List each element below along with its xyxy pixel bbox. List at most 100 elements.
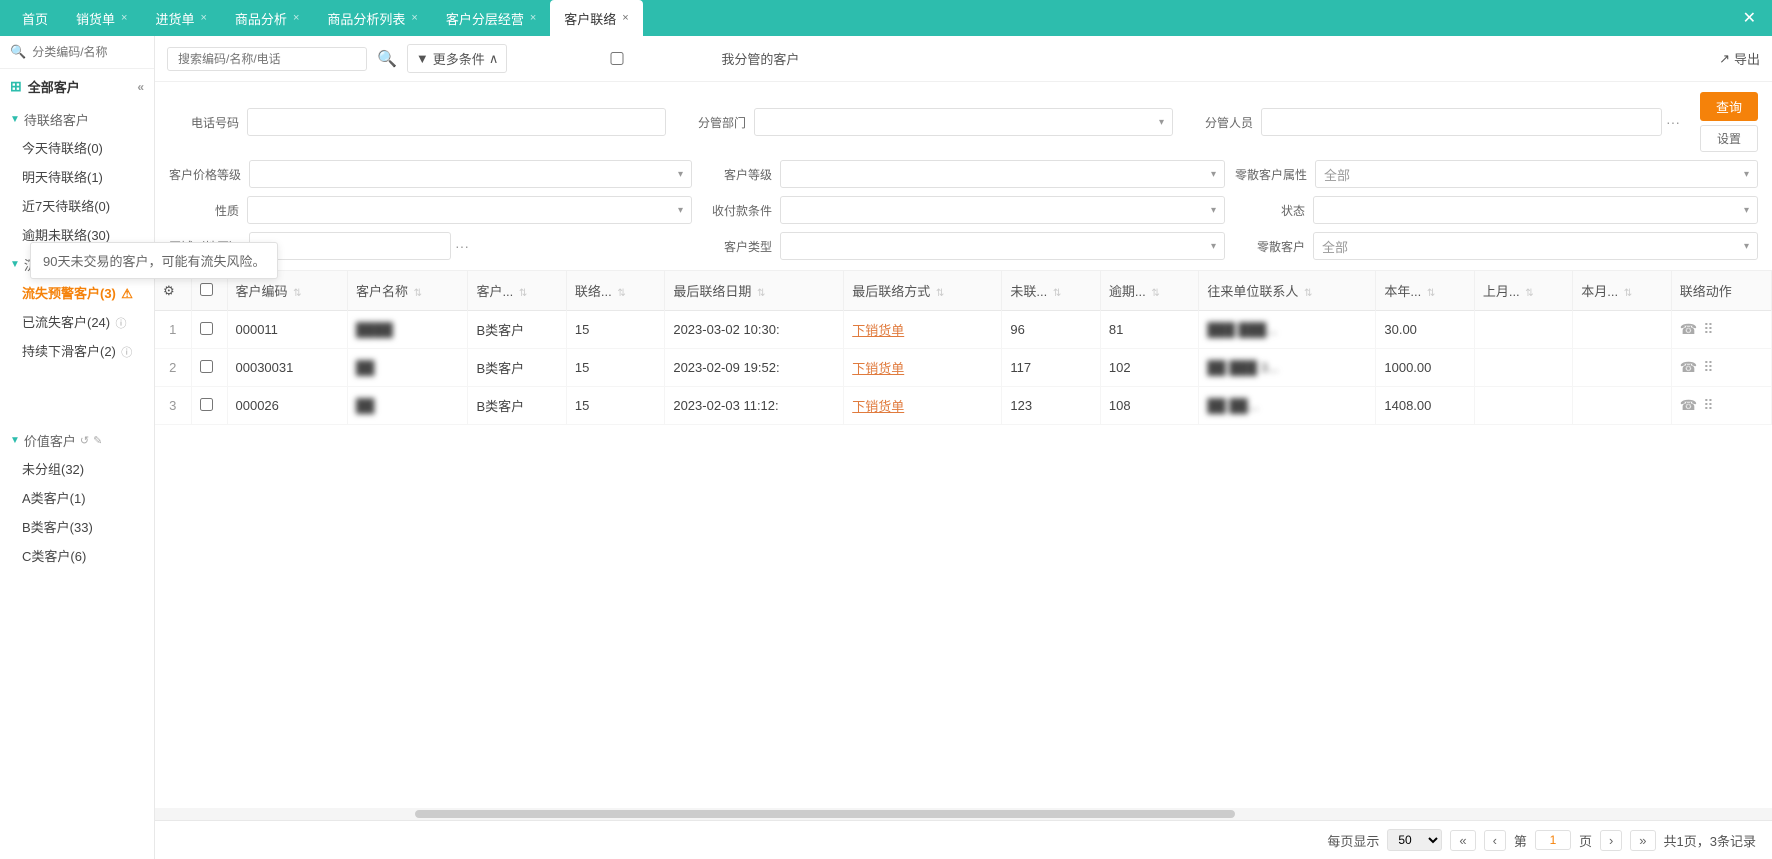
action-cell: ☎ ⠿	[1671, 311, 1771, 349]
contact-way-link[interactable]: 下销货单	[852, 361, 904, 376]
action-cell: ☎ ⠿	[1671, 387, 1771, 425]
row-checkbox-cell[interactable]	[191, 349, 227, 387]
status-select[interactable]: ▾	[1313, 196, 1758, 224]
retail-customer-select[interactable]: 全部 ▾	[1313, 232, 1758, 260]
customer-code-cell: 000026	[227, 387, 347, 425]
sidebar-group-value[interactable]: ▼ 价值客户 ↺ ✎	[0, 425, 154, 454]
query-button[interactable]: 查询	[1700, 92, 1758, 121]
retail-attr-select[interactable]: 全部 ▾	[1315, 160, 1758, 188]
payment-select[interactable]: ▾	[780, 196, 1225, 224]
sidebar-item-c-class[interactable]: C类客户(6)	[0, 541, 154, 570]
all-customers-header[interactable]: ⊞ 全部客户 «	[0, 69, 154, 104]
close-icon[interactable]: ×	[622, 12, 628, 24]
phone-input[interactable]	[247, 108, 666, 136]
tab-analysis[interactable]: 商品分析 ×	[221, 0, 313, 36]
close-icon[interactable]: ×	[530, 12, 536, 24]
price-level-select[interactable]: ▾	[249, 160, 692, 188]
dept-select[interactable]: ▾	[754, 108, 1173, 136]
chevron-down-icon: ▾	[1211, 205, 1216, 216]
sidebar-item-today[interactable]: 今天待联络(0)	[0, 133, 154, 162]
last-month-amount-cell	[1474, 349, 1572, 387]
sidebar-item-a-class[interactable]: A类客户(1)	[0, 483, 154, 512]
sidebar-item-b-class[interactable]: B类客户(33)	[0, 512, 154, 541]
tab-sales[interactable]: 销货单 ×	[62, 0, 141, 36]
contact-way-link[interactable]: 下销货单	[852, 399, 904, 414]
sidebar-search-area: 🔍	[0, 36, 154, 69]
retail-customer-field: 零散客户 全部 ▾	[1235, 232, 1758, 260]
more-conditions-button[interactable]: ▼ 更多条件 ∧	[407, 44, 507, 73]
region-input[interactable]	[249, 232, 451, 260]
row-checkbox[interactable]	[200, 360, 213, 373]
prev-page-button[interactable]: ‹	[1484, 830, 1506, 851]
customer-type-select[interactable]: ▾	[780, 232, 1225, 260]
sidebar-item-churn-warning[interactable]: 流失预警客户(3) ⚠	[0, 278, 154, 307]
last-contact-way-cell: 下销货单	[844, 349, 1002, 387]
page-number-input[interactable]	[1535, 830, 1571, 850]
more-options-icon[interactable]: ···	[455, 238, 469, 254]
my-customers-checkbox-label[interactable]: 我分管的客户	[517, 49, 799, 68]
contact-count-cell: 15	[566, 387, 664, 425]
close-icon[interactable]: ×	[121, 12, 127, 24]
scrollbar-thumb[interactable]	[415, 810, 1235, 818]
row-checkbox-cell[interactable]	[191, 387, 227, 425]
tab-home[interactable]: 首页	[8, 0, 62, 36]
sidebar-item-declining[interactable]: 持续下滑客户(2) ⓘ	[0, 336, 154, 365]
row-checkbox[interactable]	[200, 322, 213, 335]
page-size-select[interactable]: 50 100 200	[1387, 829, 1442, 851]
col-type: 客户... ⇅	[468, 271, 566, 311]
col-uncontact: 未联... ⇅	[1002, 271, 1100, 311]
sidebar-search-input[interactable]	[32, 45, 144, 59]
edit-icon[interactable]: ✎	[93, 434, 102, 447]
table-row: 1 000011 ████ B类客户 15 2023-03-02 10:30: …	[155, 311, 1772, 349]
close-icon[interactable]: ×	[411, 12, 417, 24]
dept-label: 分管部门	[676, 114, 746, 131]
col-contact: 联络... ⇅	[566, 271, 664, 311]
select-all-checkbox[interactable]	[200, 283, 213, 296]
close-icon[interactable]: ×	[200, 12, 206, 24]
first-page-button[interactable]: «	[1450, 830, 1475, 851]
more-action-icon[interactable]: ⠿	[1703, 397, 1713, 414]
all-customers-label: 全部客户	[28, 77, 80, 96]
more-action-icon[interactable]: ⠿	[1703, 359, 1713, 376]
settings-icon[interactable]: ⚙	[163, 283, 175, 298]
gender-select[interactable]: ▾	[247, 196, 692, 224]
action-cell: ☎ ⠿	[1671, 349, 1771, 387]
staff-select[interactable]	[1261, 108, 1662, 136]
row-checkbox-cell[interactable]	[191, 311, 227, 349]
search-input[interactable]	[167, 47, 367, 71]
tab-analysis-list[interactable]: 商品分析列表 ×	[313, 0, 431, 36]
tab-purchase[interactable]: 进货单 ×	[141, 0, 220, 36]
my-customers-checkbox[interactable]	[517, 52, 717, 65]
window-close-button[interactable]: ✕	[1735, 8, 1764, 28]
contact-action-icon[interactable]: ☎	[1680, 359, 1697, 376]
sidebar-item-tomorrow[interactable]: 明天待联络(1)	[0, 162, 154, 191]
action-icons: ☎ ⠿	[1680, 359, 1763, 376]
row-checkbox[interactable]	[200, 398, 213, 411]
refresh-icon[interactable]: ↺	[80, 434, 89, 447]
export-button[interactable]: ↗ 导出	[1719, 49, 1760, 68]
settings-button[interactable]: 设置	[1700, 125, 1758, 152]
chevron-down-icon: ▾	[1744, 169, 1749, 180]
last-contact-date-cell: 2023-02-03 11:12:	[665, 387, 844, 425]
sidebar-item-churned[interactable]: 已流失客户(24) ⓘ	[0, 307, 154, 336]
sidebar-group-pending[interactable]: ▼ 待联络客户	[0, 104, 154, 133]
more-options-icon[interactable]: ···	[1666, 114, 1680, 130]
tab-customer-layer[interactable]: 客户分层经营 ×	[432, 0, 550, 36]
contact-way-link[interactable]: 下销货单	[852, 323, 904, 338]
group-label: 价值客户	[24, 431, 76, 450]
next-page-button[interactable]: ›	[1600, 830, 1622, 851]
more-action-icon[interactable]: ⠿	[1703, 321, 1713, 338]
close-icon[interactable]: ×	[293, 12, 299, 24]
sidebar-item-7days[interactable]: 近7天待联络(0)	[0, 191, 154, 220]
contact-action-icon[interactable]: ☎	[1680, 397, 1697, 414]
sort-icon: ⇅	[1151, 288, 1159, 299]
tab-customer-contact[interactable]: 客户联络 ×	[550, 0, 642, 36]
customer-level-select[interactable]: ▾	[780, 160, 1225, 188]
contact-action-icon[interactable]: ☎	[1680, 321, 1697, 338]
export-icon: ↗	[1719, 51, 1730, 67]
last-page-button[interactable]: »	[1630, 830, 1655, 851]
horizontal-scrollbar[interactable]	[155, 808, 1772, 820]
customer-level-field: 客户等级 ▾	[702, 160, 1225, 188]
sidebar-item-unclassified[interactable]: 未分组(32)	[0, 454, 154, 483]
content-area: 🔍 ▼ 更多条件 ∧ 我分管的客户 ↗ 导出 电话号码	[155, 36, 1772, 859]
